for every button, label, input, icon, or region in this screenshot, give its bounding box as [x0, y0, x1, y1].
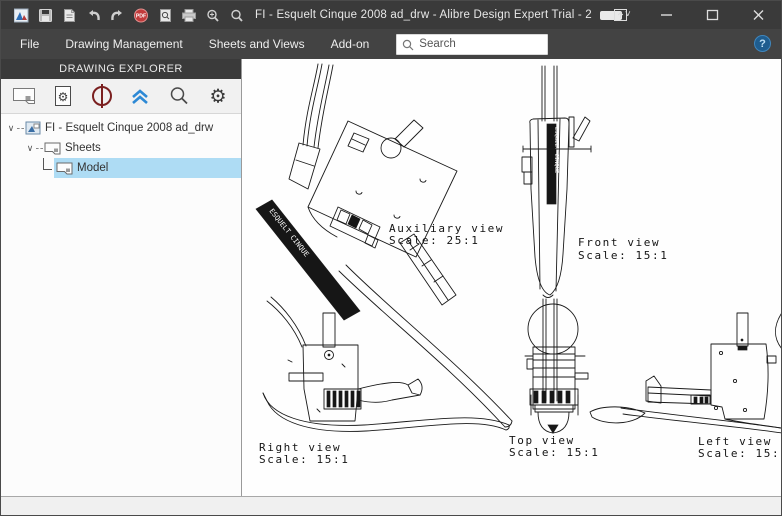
menu-add-on[interactable]: Add-on: [318, 29, 383, 59]
redo-icon[interactable]: [105, 4, 129, 26]
menu-sheets-and-views[interactable]: Sheets and Views: [196, 29, 318, 59]
app-window: PDF FI - Esquelt Cinque 2008 ad_drw - Al…: [0, 0, 782, 516]
svg-text:⚙: ⚙: [209, 86, 226, 108]
minimize-button[interactable]: [643, 1, 689, 29]
front-view-drawing: ESQUELT CINQUE: [521, 65, 592, 298]
svg-text:⚙: ⚙: [58, 90, 69, 104]
chevron-down-icon[interactable]: ∨: [25, 143, 35, 154]
part-brand-band-front: ESQUELT CINQUE: [553, 127, 559, 173]
app-logo-icon: [9, 4, 33, 26]
front-view-scale: Scale: 15:1: [578, 249, 668, 262]
svg-text:PDF: PDF: [136, 13, 146, 19]
collapse-all-icon[interactable]: [126, 82, 154, 110]
sheet-properties-icon[interactable]: ⚙: [49, 82, 77, 110]
drawing-canvas[interactable]: ESQUELT CINQUE ESQUELT CINQUE Auxiliary …: [242, 59, 781, 496]
print-preview-icon[interactable]: [153, 4, 177, 26]
drawing-explorer-panel: DRAWING EXPLORER ⚙ ⚙ ∨ FI - Esquelt Cinq…: [1, 59, 242, 496]
settings-gear-icon[interactable]: ⚙: [204, 82, 232, 110]
front-view-label: Front view: [578, 236, 660, 249]
tree-row-root[interactable]: ∨ FI - Esquelt Cinque 2008 ad_drw: [1, 118, 241, 138]
drawing-file-icon: [25, 121, 41, 135]
zoom-to-fit-icon[interactable]: [201, 4, 225, 26]
top-view-drawing: [524, 298, 589, 434]
tree-label-sheets: Sheets: [65, 142, 101, 154]
tree-row-sheets[interactable]: ∨ Sheets: [1, 138, 241, 158]
explorer-toolbar: ⚙ ⚙: [1, 79, 241, 114]
view-labels: Auxiliary view Scale: 25:1 Front view Sc…: [259, 222, 781, 466]
window-title: FI - Esquelt Cinque 2008 ad_drw - Alibre…: [255, 9, 592, 21]
zoom-icon[interactable]: [225, 4, 249, 26]
selected-row-highlight[interactable]: Model: [54, 158, 241, 178]
sheet-icon[interactable]: [10, 82, 38, 110]
auxiliary-view-scale: Scale: 25:1: [389, 234, 479, 247]
top-view-scale: Scale: 15:1: [509, 446, 599, 459]
explorer-header: DRAWING EXPLORER: [1, 59, 241, 79]
search-icon: [401, 38, 415, 57]
chevron-down-icon[interactable]: ∨: [6, 123, 16, 134]
left-view-drawing: [589, 312, 781, 434]
explorer-tree: ∨ FI - Esquelt Cinque 2008 ad_drw ∨ Shee…: [1, 114, 241, 496]
new-document-icon[interactable]: [57, 4, 81, 26]
menu-bar: File Drawing Management Sheets and Views…: [1, 29, 781, 59]
tree-label-model: Model: [77, 162, 109, 174]
undo-icon[interactable]: [81, 4, 105, 26]
model-sheet-icon: [56, 162, 73, 175]
explorer-search-icon[interactable]: [165, 82, 193, 110]
close-button[interactable]: [735, 1, 781, 29]
export-pdf-icon[interactable]: PDF: [129, 4, 153, 26]
menu-file[interactable]: File: [7, 29, 52, 59]
tree-label-root: FI - Esquelt Cinque 2008 ad_drw: [45, 122, 214, 134]
sheets-folder-icon: [44, 142, 61, 155]
right-view-scale: Scale: 15:1: [259, 453, 349, 466]
maximize-button[interactable]: [689, 1, 735, 29]
print-icon[interactable]: [177, 4, 201, 26]
search-input[interactable]: [396, 33, 549, 55]
section-view-icon[interactable]: [88, 82, 116, 110]
right-view-drawing: [262, 296, 510, 432]
menu-drawing-management[interactable]: Drawing Management: [52, 29, 195, 59]
status-bar: [1, 496, 781, 515]
dock-window-icon[interactable]: [597, 1, 643, 29]
tree-row-model[interactable]: Model: [1, 158, 241, 178]
help-icon[interactable]: ?: [754, 35, 771, 52]
save-icon[interactable]: [33, 4, 57, 26]
title-bar: PDF FI - Esquelt Cinque 2008 ad_drw - Al…: [1, 1, 781, 29]
left-view-scale: Scale: 15:1: [698, 447, 781, 460]
